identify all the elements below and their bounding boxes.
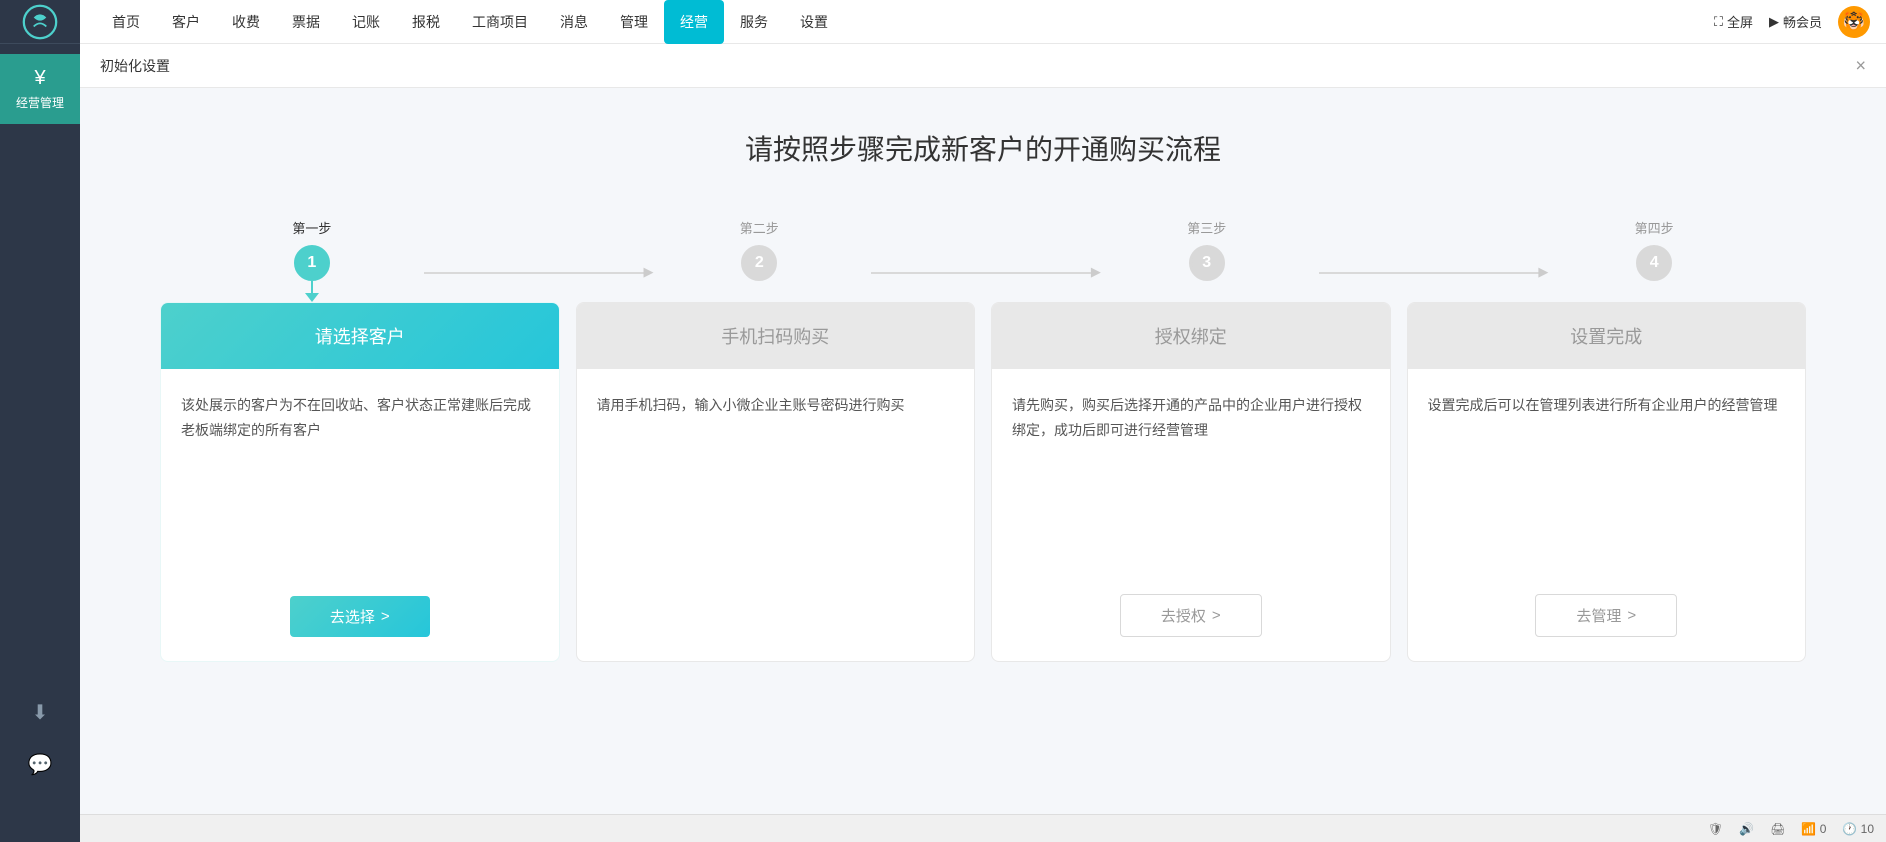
page-title: 初始化设置 xyxy=(100,56,170,76)
card-2-footer xyxy=(577,621,975,661)
step-4-label: 第四步 xyxy=(1635,218,1674,237)
card-4-header: 设置完成 xyxy=(1408,303,1806,369)
nav-accounting[interactable]: 记账 xyxy=(336,0,396,44)
nav-operation[interactable]: 经营 xyxy=(664,0,724,44)
card-3-header: 授权绑定 xyxy=(992,303,1390,369)
card-step-1: 请选择客户 该处展示的客户为不在回收站、客户状态正常建账后完成老板端绑定的所有客… xyxy=(160,302,560,662)
close-button[interactable]: × xyxy=(1855,55,1866,76)
main-title: 请按照步骤完成新客户的开通购买流程 xyxy=(140,128,1826,168)
nav-fee[interactable]: 收费 xyxy=(216,0,276,44)
goto-manage-button[interactable]: 去管理 > xyxy=(1535,594,1677,637)
time-status: 🕐 10 xyxy=(1842,822,1874,836)
fullscreen-label: 全屏 xyxy=(1727,12,1753,31)
step-1: 第一步 1 xyxy=(200,218,424,302)
nav-customer[interactable]: 客户 xyxy=(156,0,216,44)
status-bar: ▶ 完成 🛡 🔊 🖨 📶 0 🕐 10 xyxy=(0,814,1886,842)
connector-3-4: ▶ xyxy=(1319,272,1543,274)
card-4-body: 设置完成后可以在管理列表进行所有企业用户的经营管理 xyxy=(1408,369,1806,578)
nav-message[interactable]: 消息 xyxy=(544,0,604,44)
step-1-pointer-line xyxy=(311,281,313,293)
step-3: 第三步 3 xyxy=(1095,218,1319,293)
goto-manage-arrow: > xyxy=(1627,607,1636,624)
card-1-body: 该处展示的客户为不在回收站、客户状态正常建账后完成老板端绑定的所有客户 xyxy=(161,369,559,580)
card-2-body: 请用手机扫码，输入小微企业主账号密码进行购买 xyxy=(577,369,975,621)
sidebar-main-item[interactable]: ¥ 经营管理 xyxy=(0,54,80,124)
connector-2-3-arrow: ▶ xyxy=(1091,264,1101,280)
download-icon[interactable]: ⬇ xyxy=(22,694,58,730)
card-step-2: 手机扫码购买 请用手机扫码，输入小微企业主账号密码进行购买 xyxy=(576,302,976,662)
card-2-header: 手机扫码购买 xyxy=(577,303,975,369)
top-nav: 首页 客户 收费 票据 记账 报税 工商项目 消息 管理 经营 服务 设置 ⛶ … xyxy=(80,0,1886,44)
step-1-pointer-arrow xyxy=(305,293,319,302)
card-step-4: 设置完成 设置完成后可以在管理列表进行所有企业用户的经营管理 去管理 > xyxy=(1407,302,1807,662)
fullscreen-btn[interactable]: ⛶ 全屏 xyxy=(1714,12,1753,31)
step-2-circle: 2 xyxy=(741,245,777,281)
print-icon: 🖨 xyxy=(1770,822,1785,836)
sidebar: ¥ 经营管理 ⬇ 💬 xyxy=(0,0,80,842)
step-3-label: 第三步 xyxy=(1187,218,1226,237)
content-area: 请按照步骤完成新客户的开通购买流程 第一步 1 ▶ 第二步 xyxy=(80,88,1886,842)
goto-select-arrow: > xyxy=(381,608,390,625)
top-nav-right: ⛶ 全屏 ▶ 畅会员 🐯 xyxy=(1714,6,1870,38)
nav-tax[interactable]: 报税 xyxy=(396,0,456,44)
play-icon: ▶ xyxy=(1769,14,1779,30)
goto-authorize-arrow: > xyxy=(1212,607,1221,624)
card-step-3: 授权绑定 请先购买，购买后选择开通的产品中的企业用户进行授权绑定，成功后即可进行… xyxy=(991,302,1391,662)
step-3-circle: 3 xyxy=(1189,245,1225,281)
avatar[interactable]: 🐯 xyxy=(1838,6,1870,38)
step-1-label: 第一步 xyxy=(292,218,331,237)
chat-icon[interactable]: 💬 xyxy=(22,746,58,782)
nav-settings[interactable]: 设置 xyxy=(784,0,844,44)
shield-icon: 🛡 xyxy=(1708,822,1723,836)
connector-1-2: ▶ xyxy=(424,272,648,274)
nav-service[interactable]: 服务 xyxy=(724,0,784,44)
step-4-circle: 4 xyxy=(1636,245,1672,281)
member-label: 畅会员 xyxy=(1783,12,1822,31)
connector-1-2-arrow: ▶ xyxy=(643,264,653,280)
main-area: 首页 客户 收费 票据 记账 报税 工商项目 消息 管理 经营 服务 设置 ⛶ … xyxy=(80,0,1886,842)
nav-bizitem[interactable]: 工商项目 xyxy=(456,0,544,44)
sidebar-bottom: ⬇ 💬 xyxy=(22,694,58,782)
goto-select-button[interactable]: 去选择 > xyxy=(290,596,430,637)
steps-row: 第一步 1 ▶ 第二步 2 xyxy=(160,218,1806,302)
nav-home[interactable]: 首页 xyxy=(96,0,156,44)
card-4-footer: 去管理 > xyxy=(1408,578,1806,661)
volume-icon: 🔊 xyxy=(1739,822,1754,836)
nav-invoice[interactable]: 票据 xyxy=(276,0,336,44)
network-status: 📶 0 xyxy=(1801,822,1826,836)
yen-icon: ¥ xyxy=(34,67,45,90)
nav-manage[interactable]: 管理 xyxy=(604,0,664,44)
member-btn[interactable]: ▶ 畅会员 xyxy=(1769,12,1822,31)
fullscreen-icon: ⛶ xyxy=(1714,14,1723,30)
step-2-label: 第二步 xyxy=(740,218,779,237)
goto-manage-label: 去管理 xyxy=(1576,605,1621,626)
step-1-circle: 1 xyxy=(294,245,330,281)
goto-authorize-button[interactable]: 去授权 > xyxy=(1120,594,1262,637)
card-3-body: 请先购买，购买后选择开通的产品中的企业用户进行授权绑定，成功后即可进行经营管理 xyxy=(992,369,1390,578)
step-4: 第四步 4 xyxy=(1542,218,1766,293)
goto-select-label: 去选择 xyxy=(330,606,375,627)
steps-and-cards: 第一步 1 ▶ 第二步 2 xyxy=(140,218,1826,662)
goto-authorize-label: 去授权 xyxy=(1161,605,1206,626)
page-header: 初始化设置 × xyxy=(80,44,1886,88)
connector-3-4-arrow: ▶ xyxy=(1538,264,1548,280)
step-2: 第二步 2 xyxy=(647,218,871,293)
cards-row: 请选择客户 该处展示的客户为不在回收站、客户状态正常建账后完成老板端绑定的所有客… xyxy=(160,302,1806,662)
sidebar-logo xyxy=(0,0,80,44)
connector-2-3: ▶ xyxy=(871,272,1095,274)
card-1-header: 请选择客户 xyxy=(161,303,559,369)
sidebar-main-label: 经营管理 xyxy=(16,94,64,111)
status-bar-right: 🛡 🔊 🖨 📶 0 🕐 10 xyxy=(1708,822,1874,836)
card-3-footer: 去授权 > xyxy=(992,578,1390,661)
card-1-footer: 去选择 > xyxy=(161,580,559,661)
